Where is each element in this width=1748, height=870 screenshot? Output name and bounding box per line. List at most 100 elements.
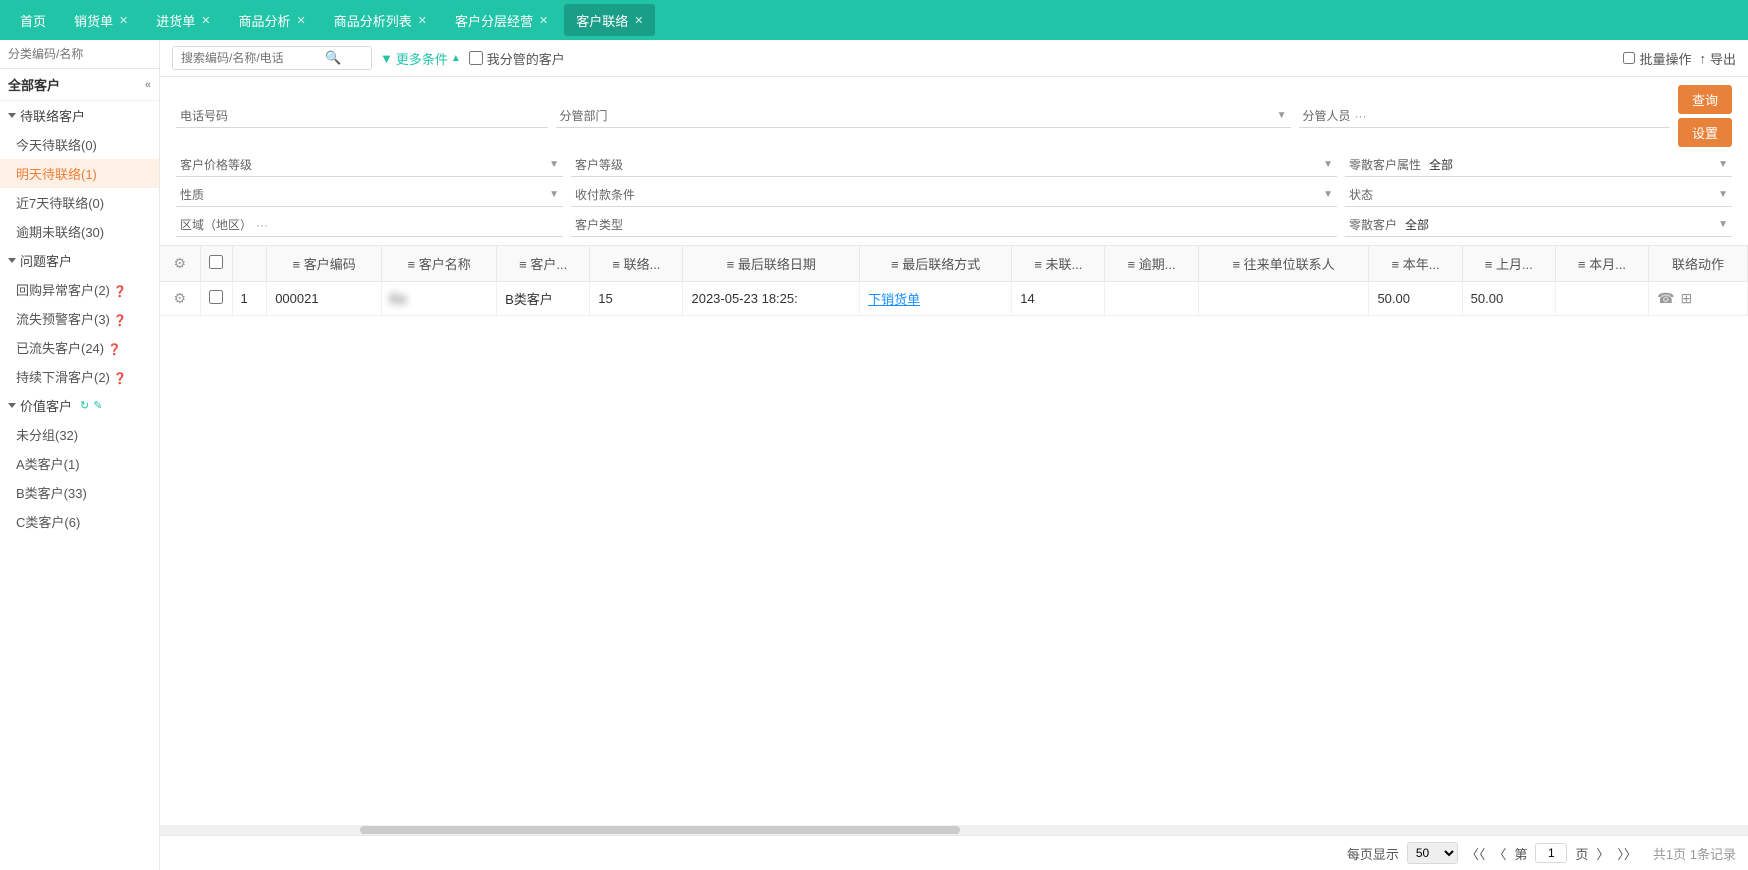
bulk-action-checkbox[interactable]	[1623, 52, 1635, 64]
question-icon-declining: ❓	[113, 373, 127, 385]
sidebar-item-churned[interactable]: 已流失客户(24) ❓	[0, 333, 159, 362]
filter-retail-customer: 零散客户 全部 ▼	[1345, 213, 1732, 237]
table-footer: 每页显示 50 100 200 〈〈 〈 第 页 〉 〉〉 共1页 1条记录	[160, 835, 1748, 870]
problem-arrow-icon	[8, 258, 16, 263]
filter-region: 区域（地区） ···	[176, 213, 563, 237]
sidebar-search-input[interactable]	[8, 47, 160, 61]
retail-customer-caret-icon: ▼	[1718, 219, 1728, 230]
row-action-phone-icon[interactable]: ☎	[1657, 290, 1674, 307]
td-index: 1	[232, 282, 267, 316]
search-input-wrap: 🔍	[172, 46, 372, 70]
value-arrow-icon	[8, 403, 16, 408]
row-action-btns: ☎ ⊞	[1657, 290, 1739, 307]
sidebar-item-ungrouped[interactable]: 未分组(32)	[0, 420, 159, 449]
gender-caret-icon: ▼	[549, 189, 559, 200]
value-edit-icon[interactable]: ✎	[93, 399, 102, 412]
nav-close-purchase-order[interactable]: ✕	[201, 14, 210, 27]
sidebar-group-pending[interactable]: 待联络客户	[0, 101, 159, 130]
td-contacts: 15	[590, 282, 683, 316]
gear-icon[interactable]: ⚙	[173, 255, 186, 271]
sidebar-group-problem[interactable]: 问题客户	[0, 246, 159, 275]
search-bar: 🔍 ▼ 更多条件 ▲ 我分管的客户 批量操作 ↑ 导出	[160, 40, 1748, 77]
sidebar-item-repurchase-abnormal[interactable]: 回购异常客户(2) ❓	[0, 275, 159, 304]
nav-product-analysis[interactable]: 商品分析 ✕	[226, 4, 317, 36]
sidebar-group-value[interactable]: 价值客户 ↻ ✎	[0, 391, 159, 420]
nav-close-sales-order[interactable]: ✕	[119, 14, 128, 27]
sidebar-item-overdue-contact[interactable]: 逾期未联络(30)	[0, 217, 159, 246]
filter-row-4: 区域（地区） ··· 客户类型 零散客户 全部 ▼	[176, 213, 1732, 237]
search-input[interactable]	[181, 51, 321, 65]
question-icon-churn: ❓	[113, 315, 127, 327]
query-button[interactable]: 查询	[1678, 85, 1732, 114]
footer-prev-icon[interactable]: 〈	[1493, 844, 1506, 863]
sidebar-item-class-c[interactable]: C类客户(6)	[0, 507, 159, 536]
select-all-checkbox[interactable]	[209, 255, 223, 269]
th-last-contact-method: ≡ 最后联络方式	[860, 246, 1012, 282]
horizontal-scrollbar[interactable]	[160, 825, 1748, 835]
th-last-month: ≡ 上月...	[1462, 246, 1555, 282]
filter-panel: 电话号码 分管部门 ▼ 分管人员 ··· 查询 设置 客户价格等级	[160, 77, 1748, 246]
th-contacts: ≡ 联络...	[590, 246, 683, 282]
td-last-month: 50.00	[1462, 282, 1555, 316]
question-icon-churned: ❓	[107, 344, 121, 356]
td-name: Ea	[382, 282, 497, 316]
sidebar-item-7days-pending[interactable]: 近7天待联络(0)	[0, 188, 159, 217]
sidebar-item-declining[interactable]: 持续下滑客户(2) ❓	[0, 362, 159, 391]
page-input[interactable]	[1535, 843, 1567, 863]
more-filter-btn[interactable]: ▼ 更多条件 ▲	[380, 49, 461, 68]
th-code: ≡ 客户编码	[267, 246, 382, 282]
nav-customer-contact[interactable]: 客户联络 ✕	[564, 4, 655, 36]
nav-product-analysis-list[interactable]: 商品分析列表 ✕	[322, 4, 439, 36]
nav-close-product-analysis-list[interactable]: ✕	[418, 14, 427, 27]
nav-purchase-order[interactable]: 进货单 ✕	[144, 4, 222, 36]
filter-caret-icon: ▲	[451, 53, 461, 64]
branch-person-dots: ···	[1355, 109, 1367, 123]
footer-next-icon[interactable]: 〉	[1596, 844, 1609, 863]
nav-close-product-analysis[interactable]: ✕	[297, 14, 306, 27]
td-last-contact-date: 2023-05-23 18:25:	[683, 282, 860, 316]
nav-home[interactable]: 首页	[8, 4, 58, 36]
filter-retail-attr: 零散客户属性 全部 ▼	[1345, 153, 1732, 177]
retail-attr-caret-icon: ▼	[1718, 159, 1728, 170]
reset-button[interactable]: 设置	[1678, 118, 1732, 147]
filter-customer-level: 客户等级 ▼	[571, 153, 1337, 177]
sidebar-item-tomorrow-pending[interactable]: 明天待联络(1)	[0, 159, 159, 188]
sidebar-search-area: 🔍	[0, 40, 159, 69]
bulk-action-btn[interactable]: 批量操作	[1623, 49, 1691, 68]
scrollbar-thumb[interactable]	[360, 826, 960, 834]
sidebar-collapse-icon[interactable]: «	[145, 79, 151, 91]
footer-prev-prev-icon[interactable]: 〈〈	[1466, 844, 1486, 863]
row-checkbox[interactable]	[209, 290, 223, 304]
sidebar-item-class-a[interactable]: A类客户(1)	[0, 449, 159, 478]
sidebar-item-today-pending[interactable]: 今天待联络(0)	[0, 130, 159, 159]
action-btns: 批量操作 ↑ 导出	[1623, 49, 1736, 68]
th-unit-contact: ≡ 往来单位联系人	[1198, 246, 1369, 282]
nav-sales-order[interactable]: 销货单 ✕	[62, 4, 140, 36]
price-level-caret-icon: ▼	[549, 159, 559, 170]
row-gear-icon[interactable]: ⚙	[173, 290, 186, 306]
filter-status: 状态 ▼	[1345, 183, 1732, 207]
td-code: 000021	[267, 282, 382, 316]
page-size-select[interactable]: 50 100 200	[1407, 842, 1458, 864]
footer-next-next-icon[interactable]: 〉〉	[1617, 844, 1637, 863]
nav-customer-stratify[interactable]: 客户分层经营 ✕	[443, 4, 560, 36]
row-action-more-icon[interactable]: ⊞	[1681, 290, 1693, 307]
value-refresh-icon[interactable]: ↻	[80, 399, 89, 412]
sidebar-all-customers[interactable]: 全部客户 «	[0, 69, 159, 101]
td-overdue	[1105, 282, 1198, 316]
filter-row-1: 电话号码 分管部门 ▼ 分管人员 ··· 查询 设置	[176, 85, 1732, 147]
td-type: B类客户	[497, 282, 590, 316]
nav-close-customer-stratify[interactable]: ✕	[539, 14, 548, 27]
sidebar-item-class-b[interactable]: B类客户(33)	[0, 478, 159, 507]
payment-caret-icon: ▼	[1323, 189, 1333, 200]
th-name: ≡ 客户名称	[382, 246, 497, 282]
search-icon[interactable]: 🔍	[325, 50, 341, 66]
th-checkbox	[200, 246, 232, 282]
sidebar-item-churn-warning[interactable]: 流失预警客户(3) ❓	[0, 304, 159, 333]
nav-close-customer-contact[interactable]: ✕	[634, 14, 643, 27]
my-customers-checkbox[interactable]	[469, 51, 483, 65]
filter-actions: 查询 设置	[1678, 85, 1732, 147]
export-btn[interactable]: ↑ 导出	[1699, 49, 1736, 68]
main-content: 🔍 ▼ 更多条件 ▲ 我分管的客户 批量操作 ↑ 导出	[160, 40, 1748, 870]
filter-row-3: 性质 ▼ 收付款条件 ▼ 状态 ▼	[176, 183, 1732, 207]
